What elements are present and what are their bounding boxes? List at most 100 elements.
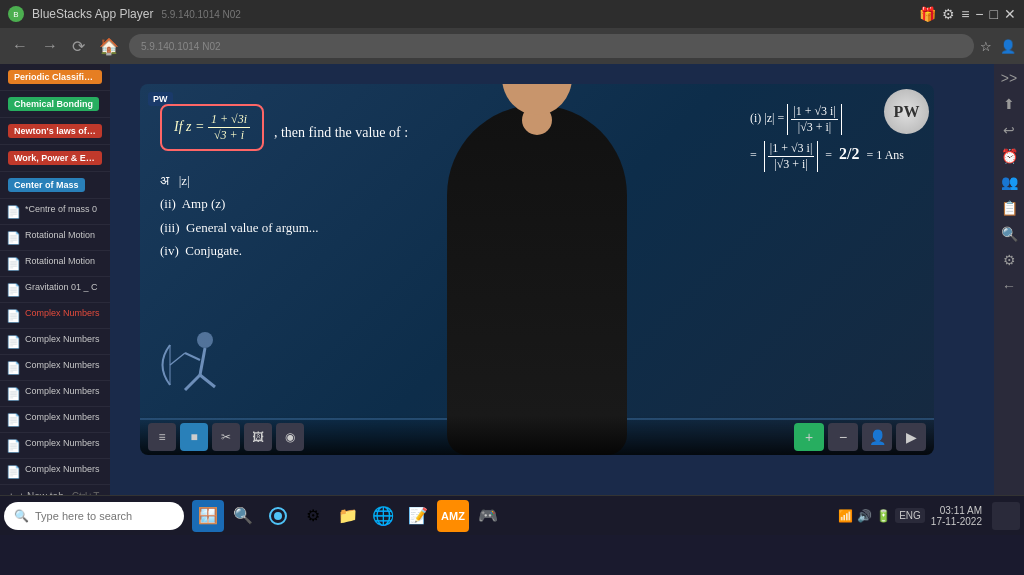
rs-users-icon[interactable]: 👥 (999, 172, 1020, 192)
svg-line-3 (185, 375, 200, 390)
search-input[interactable] (35, 510, 155, 522)
rs-zoom-icon[interactable]: 🔍 (999, 224, 1020, 244)
sidebar-item-center[interactable]: Center of Mass (0, 172, 110, 199)
file-item-6[interactable]: 📄 Complex Numbers (0, 355, 110, 381)
tool-record-btn[interactable]: ◉ (276, 423, 304, 451)
file-item-5[interactable]: 📄 Complex Numbers (0, 329, 110, 355)
person-figure (397, 84, 677, 455)
title-bar-actions: 🎁 ⚙ ≡ − □ ✕ (919, 6, 1016, 22)
menu-icon[interactable]: ≡ (961, 6, 969, 22)
file-item-9[interactable]: 📄 Complex Numbers (0, 433, 110, 459)
sidebar-item-chemical[interactable]: Chemical Bonding (0, 91, 110, 118)
file-icon-1: 📄 (6, 231, 21, 245)
file-item-8[interactable]: 📄 Complex Numbers (0, 407, 110, 433)
taskbar-app-files[interactable]: 📁 (332, 500, 364, 532)
file-icon-3: 📄 (6, 283, 21, 297)
file-icon-9: 📄 (6, 439, 21, 453)
rs-undo-icon[interactable]: ↩ (1001, 120, 1017, 140)
taskbar-search[interactable]: 🔍 (4, 502, 184, 530)
main-content: Periodic Classificatio Chemical Bonding … (0, 64, 1024, 495)
file-label-4: Complex Numbers (25, 308, 100, 318)
minimize-icon[interactable]: − (975, 6, 983, 22)
svg-line-6 (170, 353, 185, 365)
battery-icon[interactable]: 🔋 (876, 509, 891, 523)
add-tab-shortcut: Ctrl+T (72, 491, 100, 496)
app-version: 5.9.140.1014 N02 (161, 9, 241, 20)
taskbar-app-store[interactable]: AMZ (437, 500, 469, 532)
add-tab[interactable]: + + New tab Ctrl+T (0, 485, 110, 495)
play-btn[interactable]: ▶ (896, 423, 926, 451)
svg-line-2 (185, 353, 200, 360)
title-bar: B BlueStacks App Player 5.9.140.1014 N02… (0, 0, 1024, 28)
taskbar-app-edge[interactable]: 🌐 (367, 500, 399, 532)
rs-back-icon[interactable]: ← (1000, 276, 1018, 296)
file-label-10: Complex Numbers (25, 464, 100, 474)
file-icon-7: 📄 (6, 387, 21, 401)
volume-icon[interactable]: 🔊 (857, 509, 872, 523)
rs-clock-icon[interactable]: ⏰ (999, 146, 1020, 166)
tool-scissors-btn[interactable]: ✂ (212, 423, 240, 451)
close-icon[interactable]: ✕ (1004, 6, 1016, 22)
tool-menu-btn[interactable]: ≡ (148, 423, 176, 451)
taskbar-app-settings[interactable]: ⚙ (297, 500, 329, 532)
sidebar-item-work[interactable]: Work, Power & Ener (0, 145, 110, 172)
taskbar-app-windows[interactable]: 🪟 (192, 500, 224, 532)
url-bar[interactable]: 5.9.140.1014 N02 (129, 34, 974, 58)
file-item-10[interactable]: 📄 Complex Numbers (0, 459, 110, 485)
file-label-5: Complex Numbers (25, 334, 100, 344)
clock-time: 03:11 AM (940, 505, 982, 516)
file-label-6: Complex Numbers (25, 360, 100, 370)
rs-settings-icon[interactable]: ⚙ (1001, 250, 1018, 270)
file-item-4[interactable]: 📄 Complex Numbers (0, 303, 110, 329)
profile-icon[interactable]: 👤 (1000, 39, 1016, 54)
clock[interactable]: 03:11 AM 17-11-2022 (931, 505, 982, 527)
maximize-icon[interactable]: □ (990, 6, 998, 22)
add-tab-text: + New tab (18, 491, 63, 496)
file-item-0[interactable]: 📄 *Centre of mass 0 (0, 199, 110, 225)
file-label-2: Rotational Motion (25, 256, 95, 266)
app-title: BlueStacks App Player (32, 7, 153, 21)
clock-date: 17-11-2022 (931, 516, 982, 527)
add-btn[interactable]: + (794, 423, 824, 451)
refresh-button[interactable]: ⟳ (68, 35, 89, 58)
network-icon[interactable]: 📶 (838, 509, 853, 523)
gift-icon[interactable]: 🎁 (919, 6, 936, 22)
file-item-2[interactable]: 📄 Rotational Motion (0, 251, 110, 277)
show-desktop-btn[interactable] (992, 502, 1020, 530)
sidebar-item-newton[interactable]: Newton's laws of M (0, 118, 110, 145)
taskbar-app-bluestacks[interactable]: 🎮 (472, 500, 504, 532)
svg-line-4 (200, 375, 215, 387)
tool-image-btn[interactable]: 🖼 (244, 423, 272, 451)
file-item-1[interactable]: 📄 Rotational Motion (0, 225, 110, 251)
taskbar-apps: 🪟 🔍 ⚙ 📁 🌐 📝 AMZ 🎮 (192, 500, 504, 532)
rs-clipboard-icon[interactable]: 📋 (999, 198, 1020, 218)
search-icon: 🔍 (14, 509, 29, 523)
back-button[interactable]: ← (8, 35, 32, 57)
video-right-controls: + − 👤 ▶ (794, 423, 926, 451)
taskbar-app-search[interactable]: 🔍 (227, 500, 259, 532)
svg-point-0 (197, 332, 213, 348)
svg-point-8 (274, 512, 282, 520)
rs-upload-icon[interactable]: ⬆ (1001, 94, 1017, 114)
taskbar-app-notepad[interactable]: 📝 (402, 500, 434, 532)
add-tab-label: + (8, 490, 14, 495)
right-sidebar: >> ⬆ ↩ ⏰ 👥 📋 🔍 ⚙ ← (994, 64, 1024, 495)
tool-screen-btn[interactable]: ■ (180, 423, 208, 451)
profile-ctrl-btn[interactable]: 👤 (862, 423, 892, 451)
file-icon-4: 📄 (6, 309, 21, 323)
forward-button[interactable]: → (38, 35, 62, 57)
tag-center: Center of Mass (8, 178, 85, 192)
home-button[interactable]: 🏠 (95, 35, 123, 58)
tag-newton: Newton's laws of M (8, 124, 102, 138)
settings-icon[interactable]: ⚙ (942, 6, 955, 22)
file-label-1: Rotational Motion (25, 230, 95, 240)
subtract-btn[interactable]: − (828, 423, 858, 451)
taskbar-app-cortana[interactable] (262, 500, 294, 532)
blackboard: PW If z = 1 + √3i √3 + i (140, 84, 934, 455)
rs-expand-icon[interactable]: >> (999, 68, 1019, 88)
bookmark-icon[interactable]: ☆ (980, 39, 992, 54)
sidebar-item-periodic[interactable]: Periodic Classificatio (0, 64, 110, 91)
file-item-3[interactable]: 📄 Gravitation 01 _ C (0, 277, 110, 303)
file-item-7[interactable]: 📄 Complex Numbers (0, 381, 110, 407)
language-badge[interactable]: ENG (895, 508, 925, 523)
